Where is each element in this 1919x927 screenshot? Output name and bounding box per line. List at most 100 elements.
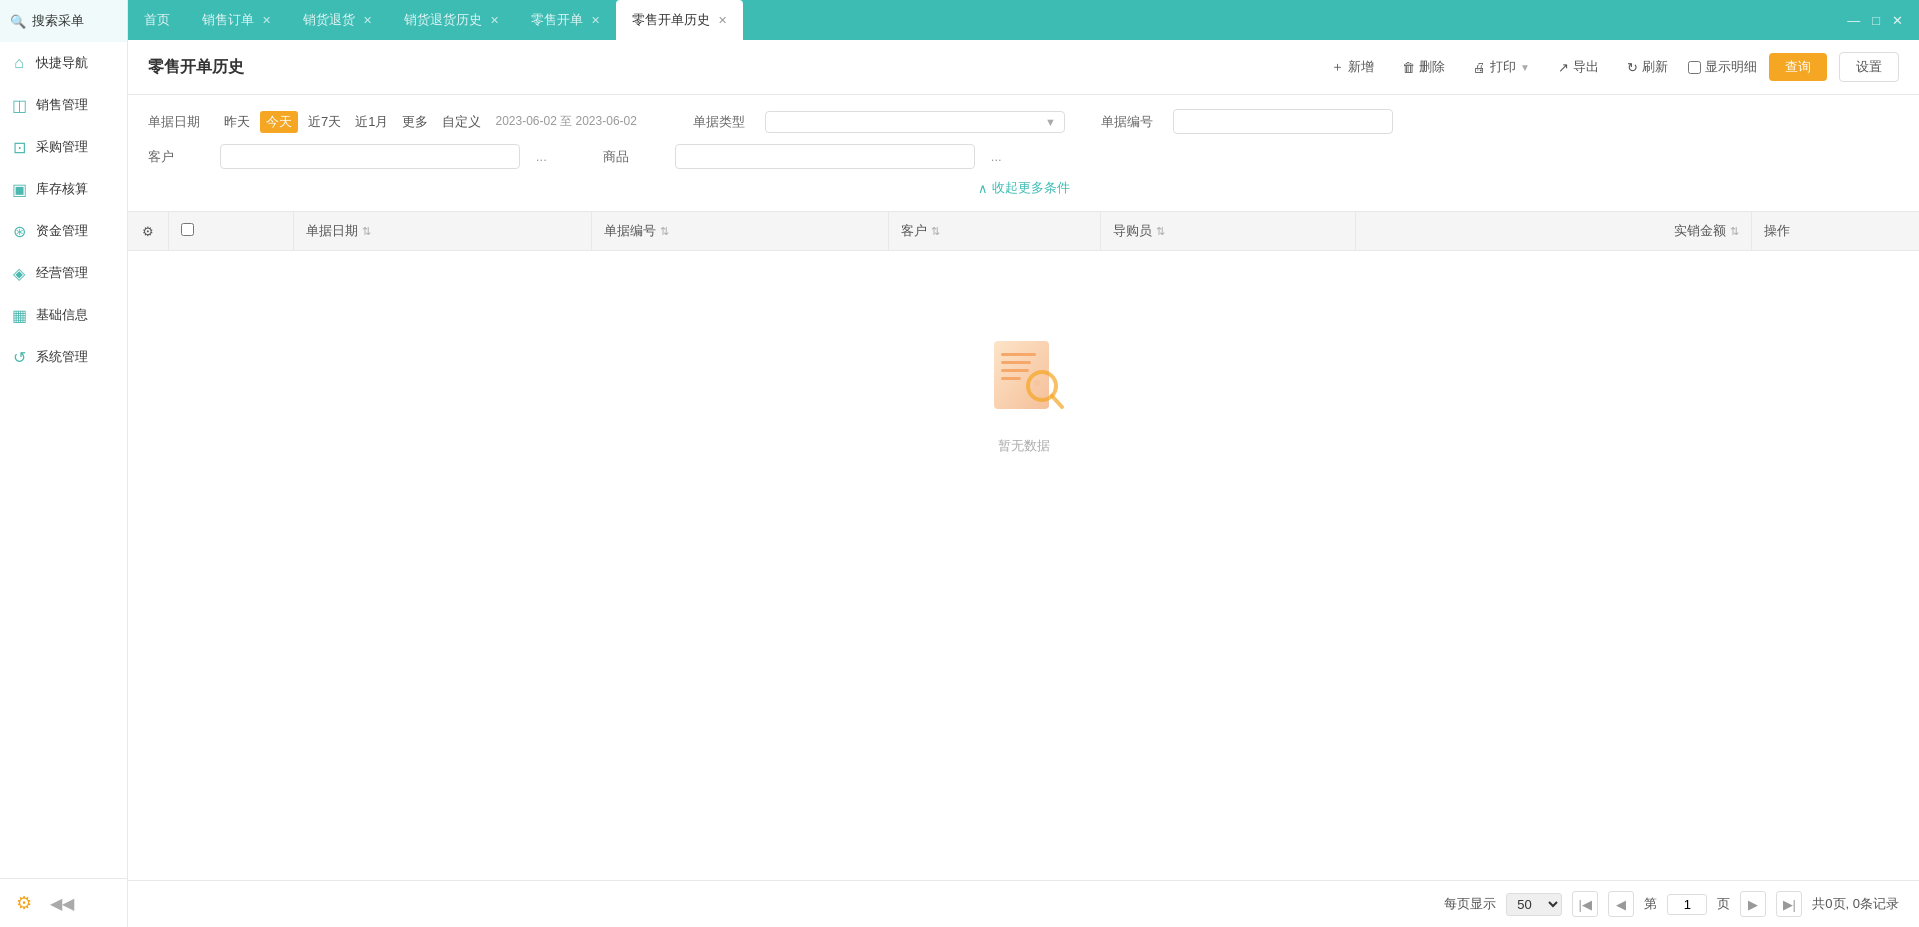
sidebar-item-label: 快捷导航 [36,54,88,72]
no-sort-icon: ⇅ [660,225,669,238]
date-opt-last-month[interactable]: 近1月 [351,111,392,133]
last-page-btn[interactable]: ▶| [1776,891,1802,917]
customer-input[interactable] [220,144,520,169]
tab-retail-open[interactable]: 零售开单 ✕ [515,0,616,40]
total-info: 共0页, 0条记录 [1812,895,1899,913]
first-page-btn[interactable]: |◀ [1572,891,1598,917]
show-detail-checkbox[interactable]: 显示明细 [1688,58,1757,76]
window-close-btn[interactable]: ✕ [1892,13,1903,28]
customer-select-icon[interactable]: ... [536,149,547,164]
show-detail-input[interactable] [1688,61,1701,74]
tab-bar: 首页 销售订单 ✕ 销货退货 ✕ 销货退货历史 ✕ 零售开单 ✕ 零售开单历史 … [128,0,1919,40]
refresh-button[interactable]: ↻ 刷新 [1619,54,1676,80]
export-label: 导出 [1573,58,1599,76]
page-input[interactable] [1667,894,1707,915]
sidebar-search[interactable]: 🔍 搜索采单 [0,0,127,42]
print-button[interactable]: 🖨 打印 ▼ [1465,54,1538,80]
date-opt-today[interactable]: 今天 [260,111,298,133]
collapse-filter-btn[interactable]: ∧ 收起更多条件 [148,179,1899,197]
sidebar-item-quick-nav[interactable]: ⌂ 快捷导航 [0,42,127,84]
operations-icon: ◈ [10,264,28,282]
sidebar-item-label: 库存核算 [36,180,88,198]
page-size-select[interactable]: 50 20 100 [1506,893,1562,916]
tab-sales-order-label: 销售订单 [202,11,254,29]
delete-button[interactable]: 🗑 删除 [1394,54,1453,80]
filter-row-1: 单据日期 昨天 今天 近7天 近1月 更多 自定义 2023-06-02 至 2… [148,109,1899,134]
date-opt-more[interactable]: 更多 [398,111,432,133]
date-range-display: 2023-06-02 至 2023-06-02 [495,113,636,130]
purchase-icon: ⊡ [10,138,28,156]
per-page-label: 每页显示 [1444,895,1496,913]
page-title: 零售开单历史 [148,57,244,78]
table-col-no[interactable]: 单据编号 ⇅ [591,212,889,251]
table-col-amount[interactable]: 实销金额 ⇅ [1355,212,1752,251]
bill-no-input[interactable] [1173,109,1393,134]
guide-sort-icon: ⇅ [1156,225,1165,238]
table-col-date[interactable]: 单据日期 ⇅ [294,212,592,251]
tab-home[interactable]: 首页 [128,0,186,40]
table-col-settings[interactable]: ⚙ [128,212,168,251]
goods-input[interactable] [675,144,975,169]
tab-retail-history-close[interactable]: ✕ [718,14,727,27]
sidebar-item-sales-mgmt[interactable]: ◫ 销售管理 [0,84,127,126]
prev-page-btn[interactable]: ◀ [1608,891,1634,917]
sidebar-item-inventory[interactable]: ▣ 库存核算 [0,168,127,210]
window-maximize-btn[interactable]: □ [1872,13,1880,28]
query-button[interactable]: 查询 [1769,53,1827,81]
amount-sort-icon: ⇅ [1730,225,1739,238]
select-all-checkbox[interactable] [181,223,194,236]
table-col-checkbox[interactable] [168,212,294,251]
collapse-chevron-icon: ∧ [978,181,988,196]
sidebar: 🔍 搜索采单 ⌂ 快捷导航 ◫ 销售管理 ⊡ 采购管理 ▣ 库存核算 ⊛ 资金管… [0,0,128,927]
table-settings-icon[interactable]: ⚙ [142,224,154,239]
export-icon: ↗ [1558,60,1569,75]
tab-retail-open-close[interactable]: ✕ [591,14,600,27]
tab-sales-order[interactable]: 销售订单 ✕ [186,0,287,40]
print-icon: 🖨 [1473,60,1486,75]
sidebar-item-operations[interactable]: ◈ 经营管理 [0,252,127,294]
system-icon: ↺ [10,348,28,366]
date-opt-custom[interactable]: 自定义 [438,111,485,133]
sidebar-item-purchase-mgmt[interactable]: ⊡ 采购管理 [0,126,127,168]
page-header: 零售开单历史 ＋ 新增 🗑 删除 🖨 打印 ▼ ↗ 导出 ↻ 刷新 [128,40,1919,95]
goods-select-icon[interactable]: ... [991,149,1002,164]
window-minimize-btn[interactable]: — [1847,13,1860,28]
query-label: 查询 [1785,58,1811,76]
tab-sales-return-history-close[interactable]: ✕ [490,14,499,27]
date-opt-last7[interactable]: 近7天 [304,111,345,133]
sidebar-item-label: 系统管理 [36,348,88,366]
table-col-guide[interactable]: 导购员 ⇅ [1101,212,1356,251]
tab-sales-return-close[interactable]: ✕ [363,14,372,27]
sales-icon: ◫ [10,96,28,114]
main-content: 首页 销售订单 ✕ 销货退货 ✕ 销货退货历史 ✕ 零售开单 ✕ 零售开单历史 … [128,0,1919,927]
tab-sales-order-close[interactable]: ✕ [262,14,271,27]
svg-rect-2 [1001,361,1031,364]
settings-bottom-icon[interactable]: ⚙ [10,889,38,917]
sidebar-item-sys-mgmt[interactable]: ↺ 系统管理 [0,336,127,378]
inventory-icon: ▣ [10,180,28,198]
export-button[interactable]: ↗ 导出 [1550,54,1607,80]
print-chevron-icon: ▼ [1520,62,1530,73]
tab-sales-return[interactable]: 销货退货 ✕ [287,0,388,40]
date-opt-yesterday[interactable]: 昨天 [220,111,254,133]
data-table: ⚙ 单据日期 ⇅ 单据编号 ⇅ [128,212,1919,251]
sidebar-bottom: ⚙ ◀◀ [0,878,127,927]
bill-type-select[interactable]: ▼ [765,111,1065,133]
add-button[interactable]: ＋ 新增 [1323,54,1382,80]
svg-rect-4 [1001,377,1021,380]
table-col-customer[interactable]: 客户 ⇅ [889,212,1101,251]
date-options: 昨天 今天 近7天 近1月 更多 自定义 2023-06-02 至 2023-0… [220,111,637,133]
collapse-sidebar-icon[interactable]: ◀◀ [48,889,76,917]
svg-rect-3 [1001,369,1029,372]
empty-text: 暂无数据 [998,437,1050,455]
customer-sort-icon: ⇅ [931,225,940,238]
tab-retail-history[interactable]: 零售开单历史 ✕ [616,0,743,40]
tab-sales-return-history-label: 销货退货历史 [404,11,482,29]
tab-sales-return-history[interactable]: 销货退货历史 ✕ [388,0,515,40]
sidebar-item-basic-info[interactable]: ▦ 基础信息 [0,294,127,336]
settings-button[interactable]: 设置 [1839,52,1899,82]
sidebar-item-finance[interactable]: ⊛ 资金管理 [0,210,127,252]
toolbar: ＋ 新增 🗑 删除 🖨 打印 ▼ ↗ 导出 ↻ 刷新 显示明细 [1323,52,1899,82]
next-page-btn[interactable]: ▶ [1740,891,1766,917]
svg-point-7 [1034,380,1040,386]
